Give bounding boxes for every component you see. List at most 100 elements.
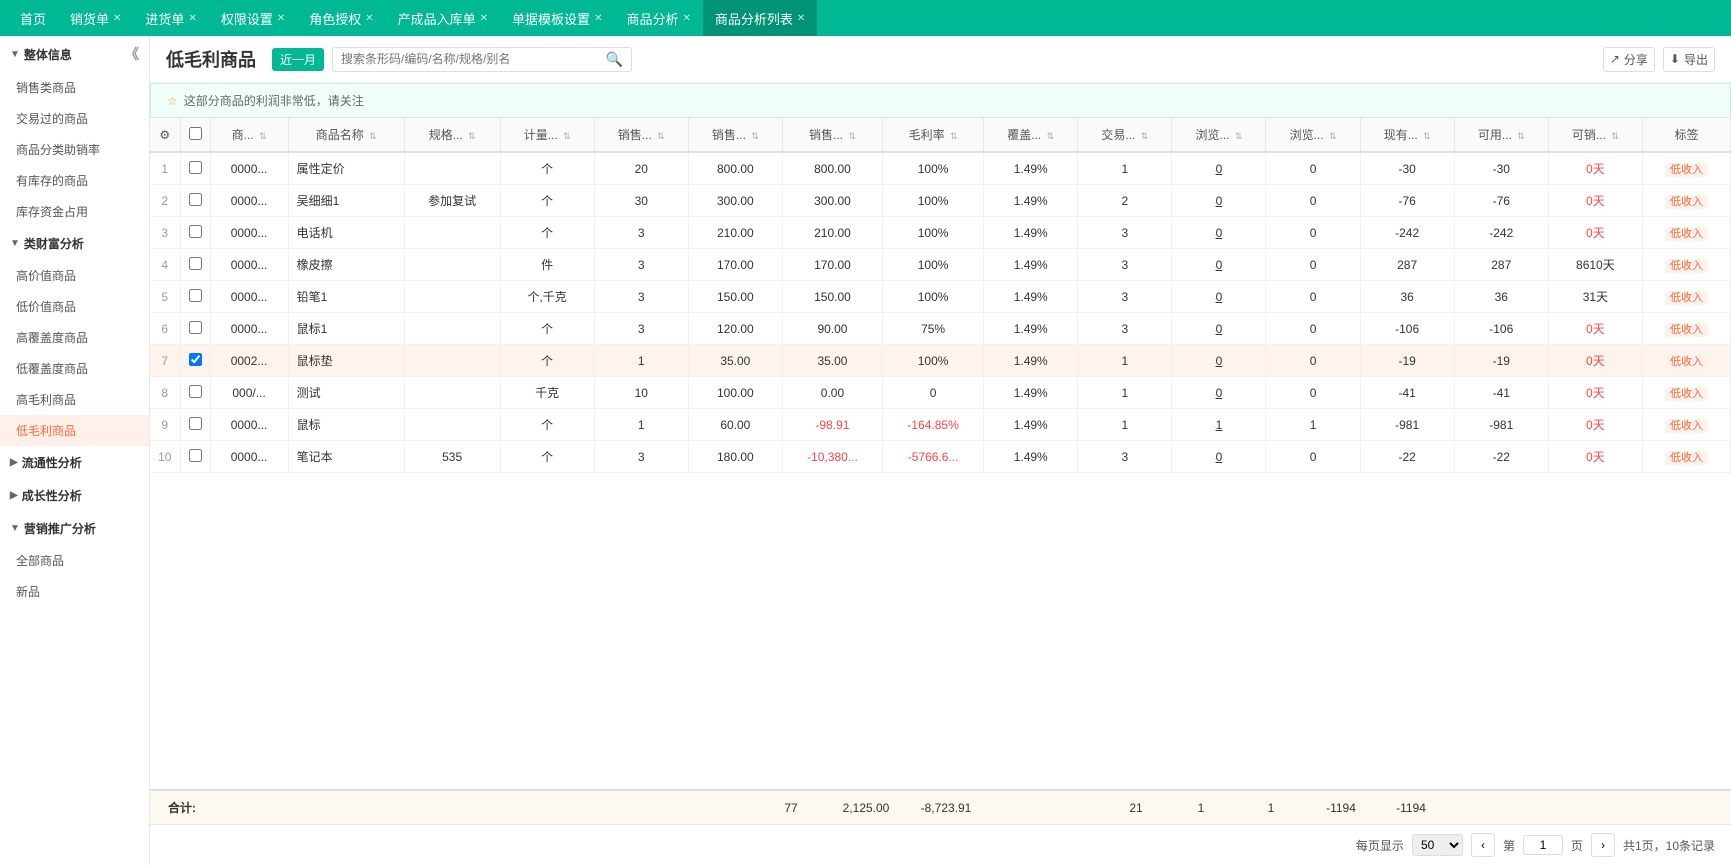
sidebar-group-wealth[interactable]: ▼ 类财富分析 [0, 227, 149, 260]
col-settings[interactable]: ⚙ [150, 118, 180, 152]
nav-permission-close[interactable]: ✕ [277, 13, 285, 24]
row-checkbox[interactable] [189, 193, 202, 206]
footer-sale3: -8,723.91 [906, 801, 986, 815]
row-checkbox[interactable] [189, 385, 202, 398]
row-checkbox-cell [180, 441, 210, 473]
row-checkbox[interactable] [189, 161, 202, 174]
nav-sales[interactable]: 销货单 ✕ [58, 0, 133, 36]
footer-sale1: 77 [756, 801, 826, 815]
row-deal: 3 [1078, 281, 1172, 313]
row-checkbox[interactable] [189, 449, 202, 462]
row-sale3: 0.00 [782, 377, 882, 409]
col-unit[interactable]: 计量... ⇅ [500, 118, 594, 152]
row-spec [404, 409, 500, 441]
share-btn[interactable]: ↗ 分享 [1603, 47, 1655, 72]
sidebar-item-high-coverage[interactable]: 高覆盖度商品 [0, 322, 149, 353]
sidebar-item-sales-goods[interactable]: 销售类商品 [0, 72, 149, 103]
nav-permission[interactable]: 权限设置 ✕ [209, 0, 297, 36]
col-browse1[interactable]: 浏览... ⇅ [1172, 118, 1266, 152]
row-browse1: 1 [1172, 409, 1266, 441]
nav-purchase[interactable]: 进货单 ✕ [133, 0, 208, 36]
row-checkbox[interactable] [189, 225, 202, 238]
sidebar-item-in-stock[interactable]: 有库存的商品 [0, 165, 149, 196]
sidebar-item-high-value[interactable]: 高价值商品 [0, 260, 149, 291]
next-page-btn[interactable]: › [1591, 833, 1615, 857]
main-layout: ▼ 整体信息 《 销售类商品 交易过的商品 商品分类助销率 有库存的商品 库存资… [0, 36, 1731, 865]
row-checkbox[interactable] [189, 417, 202, 430]
row-sale1: 3 [594, 441, 688, 473]
row-checkbox[interactable] [189, 257, 202, 270]
col-sale2[interactable]: 销售... ⇅ [688, 118, 782, 152]
sidebar-item-traded-goods[interactable]: 交易过的商品 [0, 103, 149, 134]
sidebar-group-overall[interactable]: ▼ 整体信息 《 [0, 36, 149, 72]
col-margin[interactable]: 毛利率 ⇅ [883, 118, 984, 152]
row-margin: 75% [883, 313, 984, 345]
sidebar-item-all-goods[interactable]: 全部商品 [0, 545, 149, 576]
select-all-checkbox[interactable] [189, 127, 202, 140]
row-spec [404, 281, 500, 313]
col-sellable[interactable]: 可销... ⇅ [1548, 118, 1642, 152]
row-sale2: 210.00 [688, 217, 782, 249]
row-checkbox[interactable] [189, 321, 202, 334]
col-spec[interactable]: 规格... ⇅ [404, 118, 500, 152]
collapse-icon[interactable]: 《 [125, 44, 139, 64]
export-btn[interactable]: ⬇ 导出 [1663, 47, 1715, 72]
col-sale1[interactable]: 销售... ⇅ [594, 118, 688, 152]
row-available: -106 [1454, 313, 1548, 345]
col-current[interactable]: 现有... ⇅ [1360, 118, 1454, 152]
filter-month-btn[interactable]: 近一月 [272, 48, 324, 71]
row-code: 0000... [210, 441, 288, 473]
nav-product-analysis[interactable]: 商品分析 ✕ [614, 0, 702, 36]
prev-page-btn[interactable]: ‹ [1471, 833, 1495, 857]
nav-product-analysis-close[interactable]: ✕ [682, 13, 690, 24]
row-current: 287 [1360, 249, 1454, 281]
nav-product-in-close[interactable]: ✕ [480, 13, 488, 24]
row-code: 0000... [210, 217, 288, 249]
col-sale3[interactable]: 销售... ⇅ [782, 118, 882, 152]
nav-home[interactable]: 首页 [8, 0, 58, 36]
row-browse1: 0 [1172, 345, 1266, 377]
nav-role-close[interactable]: ✕ [365, 13, 373, 24]
nav-template[interactable]: 单据模板设置 ✕ [500, 0, 614, 36]
col-coverage[interactable]: 覆盖... ⇅ [984, 118, 1078, 152]
sidebar-item-high-margin[interactable]: 高毛利商品 [0, 384, 149, 415]
nav-product-in[interactable]: 产成品入库单 ✕ [386, 0, 500, 36]
nav-product-analysis-list-close[interactable]: ✕ [797, 13, 805, 24]
search-icon[interactable]: 🔍 [606, 51, 623, 68]
nav-sales-close[interactable]: ✕ [113, 13, 121, 24]
row-current: -30 [1360, 152, 1454, 185]
sidebar-item-capital[interactable]: 库存资金占用 [0, 196, 149, 227]
sidebar: ▼ 整体信息 《 销售类商品 交易过的商品 商品分类助销率 有库存的商品 库存资… [0, 36, 150, 865]
per-page-select[interactable]: 50 100 200 [1412, 834, 1463, 856]
page-input[interactable] [1523, 835, 1563, 855]
nav-purchase-close[interactable]: ✕ [188, 13, 196, 24]
col-code[interactable]: 商... ⇅ [210, 118, 288, 152]
sidebar-item-new-goods[interactable]: 新品 [0, 576, 149, 607]
nav-product-analysis-list[interactable]: 商品分析列表 ✕ [703, 0, 817, 36]
sidebar-item-category-rate[interactable]: 商品分类助销率 [0, 134, 149, 165]
col-browse2[interactable]: 浏览... ⇅ [1266, 118, 1360, 152]
row-unit: 件 [500, 249, 594, 281]
col-deal[interactable]: 交易... ⇅ [1078, 118, 1172, 152]
row-code: 0000... [210, 249, 288, 281]
col-name[interactable]: 商品名称 ⇅ [288, 118, 404, 152]
sidebar-group-flow[interactable]: ▶ 流通性分析 [0, 446, 149, 479]
row-browse2: 0 [1266, 152, 1360, 185]
footer-cells: 77 2,125.00 -8,723.91 21 1 1 -1194 -1194 [356, 801, 1725, 815]
row-checkbox[interactable] [189, 289, 202, 302]
sidebar-group-growth[interactable]: ▶ 成长性分析 [0, 479, 149, 512]
row-margin-rate: 1.49% [984, 281, 1078, 313]
row-unit: 个 [500, 441, 594, 473]
nav-role[interactable]: 角色授权 ✕ [297, 0, 385, 36]
sidebar-item-low-coverage[interactable]: 低覆盖度商品 [0, 353, 149, 384]
nav-template-close[interactable]: ✕ [594, 13, 602, 24]
sidebar-item-low-margin[interactable]: 低毛利商品 [0, 415, 149, 446]
sidebar-group-marketing[interactable]: ▼ 营销推广分析 [0, 512, 149, 545]
footer-browse2: 1 [1236, 801, 1306, 815]
sidebar-item-low-value[interactable]: 低价值商品 [0, 291, 149, 322]
row-sellable: 0天 [1548, 441, 1642, 473]
row-checkbox[interactable] [189, 353, 202, 366]
search-input[interactable] [341, 52, 606, 66]
footer-sellable [1446, 801, 1506, 815]
col-available[interactable]: 可用... ⇅ [1454, 118, 1548, 152]
